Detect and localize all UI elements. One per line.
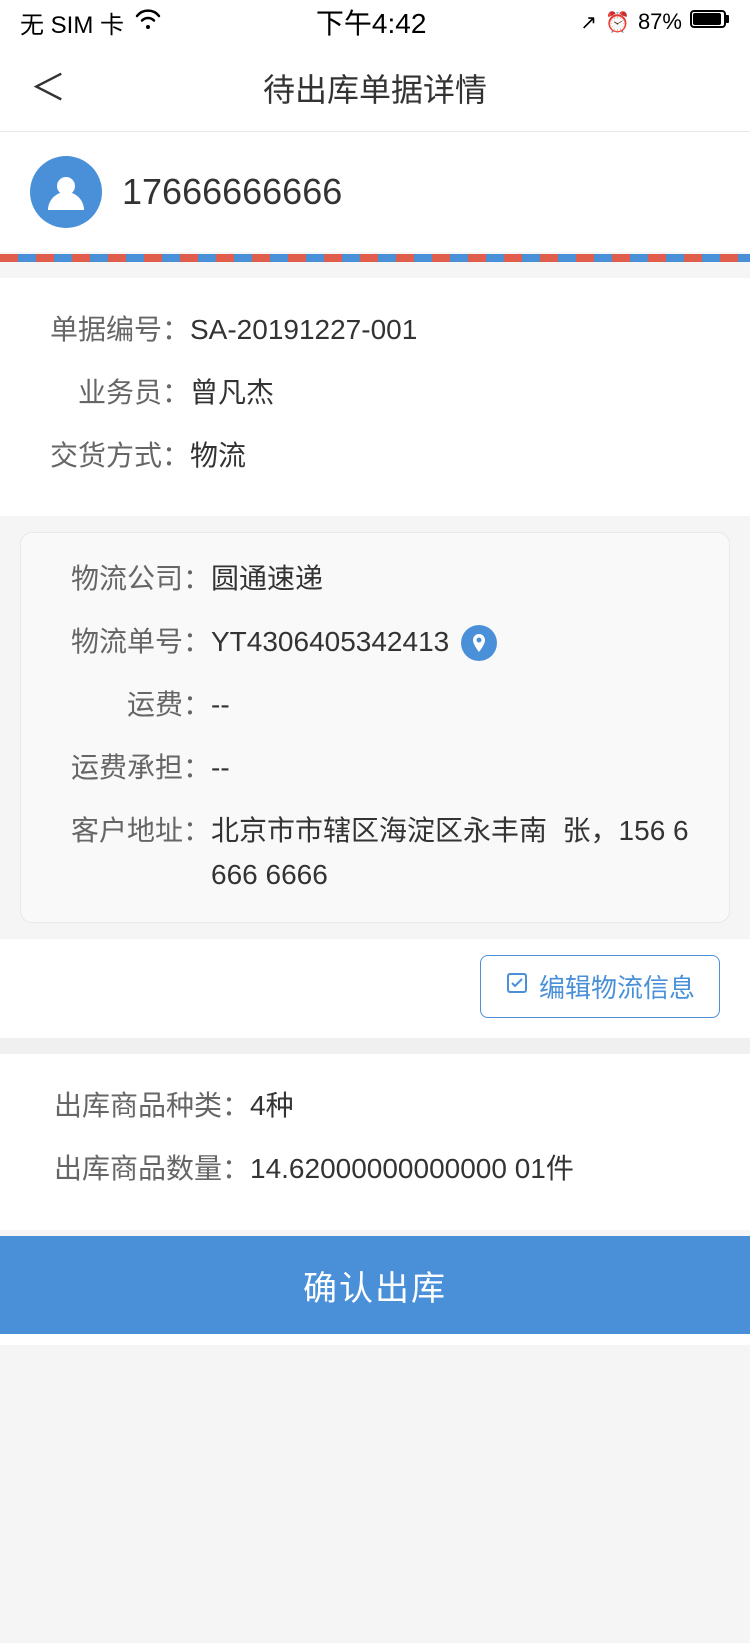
wifi-icon bbox=[134, 8, 162, 36]
logistics-company-row: 物流公司： 圆通速递 bbox=[51, 557, 699, 602]
product-quantity-label: 出库商品数量： bbox=[30, 1147, 250, 1192]
logistics-tracking-value: YT4306405342413 bbox=[211, 620, 699, 665]
user-header: 17666666666 bbox=[0, 132, 750, 252]
document-id-label: 单据编号： bbox=[30, 308, 190, 353]
edit-icon bbox=[505, 971, 529, 1002]
freight-bear-row: 运费承担： -- bbox=[51, 746, 699, 791]
document-id-row: 单据编号： SA-20191227-001 bbox=[30, 308, 720, 353]
status-time: 下午4:42 bbox=[316, 2, 427, 42]
edit-logistics-button[interactable]: 编辑物流信息 bbox=[480, 955, 720, 1018]
product-section: 出库商品种类： 4种 出库商品数量： 14.62000000000000 01件 bbox=[0, 1054, 750, 1230]
battery-icon bbox=[690, 9, 730, 35]
nav-bar: ＜ 待出库单据详情 bbox=[0, 44, 750, 132]
status-bar: 无 SIM 卡 下午4:42 ↗ ⏰ 87% bbox=[0, 0, 750, 44]
freight-value: -- bbox=[211, 683, 699, 728]
carrier-text: 无 SIM 卡 bbox=[20, 5, 124, 40]
page-title: 待出库单据详情 bbox=[263, 65, 487, 111]
document-info-section: 单据编号： SA-20191227-001 业务员： 曾凡杰 交货方式： 物流 bbox=[0, 278, 750, 516]
freight-row: 运费： -- bbox=[51, 683, 699, 728]
back-button[interactable]: ＜ bbox=[30, 70, 66, 106]
confirm-outbound-label: 确认出库 bbox=[303, 1261, 447, 1310]
battery-text: 87% bbox=[638, 9, 682, 35]
staff-value: 曾凡杰 bbox=[190, 371, 720, 416]
freight-bear-label: 运费承担： bbox=[51, 746, 211, 791]
user-phone: 17666666666 bbox=[122, 171, 342, 213]
tracking-number-text: YT4306405342413 bbox=[211, 620, 449, 665]
alarm-icon: ⏰ bbox=[605, 10, 630, 35]
delivery-label: 交货方式： bbox=[30, 434, 190, 479]
document-id-value: SA-20191227-001 bbox=[190, 308, 720, 353]
freight-label: 运费： bbox=[51, 683, 211, 728]
address-row: 客户地址： 北京市市辖区海淀区永丰南 张，156 6666 6666 bbox=[51, 809, 699, 899]
product-quantity-row: 出库商品数量： 14.62000000000000 01件 bbox=[30, 1147, 720, 1192]
product-type-label: 出库商品种类： bbox=[30, 1084, 250, 1129]
avatar bbox=[30, 156, 102, 228]
location-arrow-icon: ↗ bbox=[580, 10, 597, 35]
address-label: 客户地址： bbox=[51, 809, 211, 854]
logistics-company-value: 圆通速递 bbox=[211, 557, 699, 602]
status-right: ↗ ⏰ 87% bbox=[580, 9, 730, 35]
track-location-button[interactable] bbox=[461, 625, 497, 661]
logistics-card: 物流公司： 圆通速递 物流单号： YT4306405342413 运费： -- … bbox=[20, 532, 730, 923]
staff-label: 业务员： bbox=[30, 371, 190, 416]
delivery-row: 交货方式： 物流 bbox=[30, 434, 720, 479]
delivery-value: 物流 bbox=[190, 434, 720, 479]
edit-logistics-label: 编辑物流信息 bbox=[539, 968, 695, 1005]
product-type-value: 4种 bbox=[250, 1084, 720, 1129]
empty-space bbox=[0, 1345, 750, 1545]
logistics-company-label: 物流公司： bbox=[51, 557, 211, 602]
status-left: 无 SIM 卡 bbox=[20, 5, 162, 40]
dashed-divider bbox=[0, 254, 750, 262]
staff-row: 业务员： 曾凡杰 bbox=[30, 371, 720, 416]
main-content: 无 SIM 卡 下午4:42 ↗ ⏰ 87% bbox=[0, 0, 750, 1643]
logistics-tracking-row: 物流单号： YT4306405342413 bbox=[51, 620, 699, 665]
edit-btn-container: 编辑物流信息 bbox=[0, 939, 750, 1038]
confirm-outbound-button[interactable]: 确认出库 bbox=[0, 1236, 750, 1334]
freight-bear-value: -- bbox=[211, 746, 699, 791]
product-quantity-value: 14.62000000000000 01件 bbox=[250, 1147, 720, 1192]
section-separator bbox=[0, 1038, 750, 1054]
logistics-tracking-label: 物流单号： bbox=[51, 620, 211, 665]
address-value: 北京市市辖区海淀区永丰南 张，156 6666 6666 bbox=[211, 809, 699, 899]
product-type-row: 出库商品种类： 4种 bbox=[30, 1084, 720, 1129]
